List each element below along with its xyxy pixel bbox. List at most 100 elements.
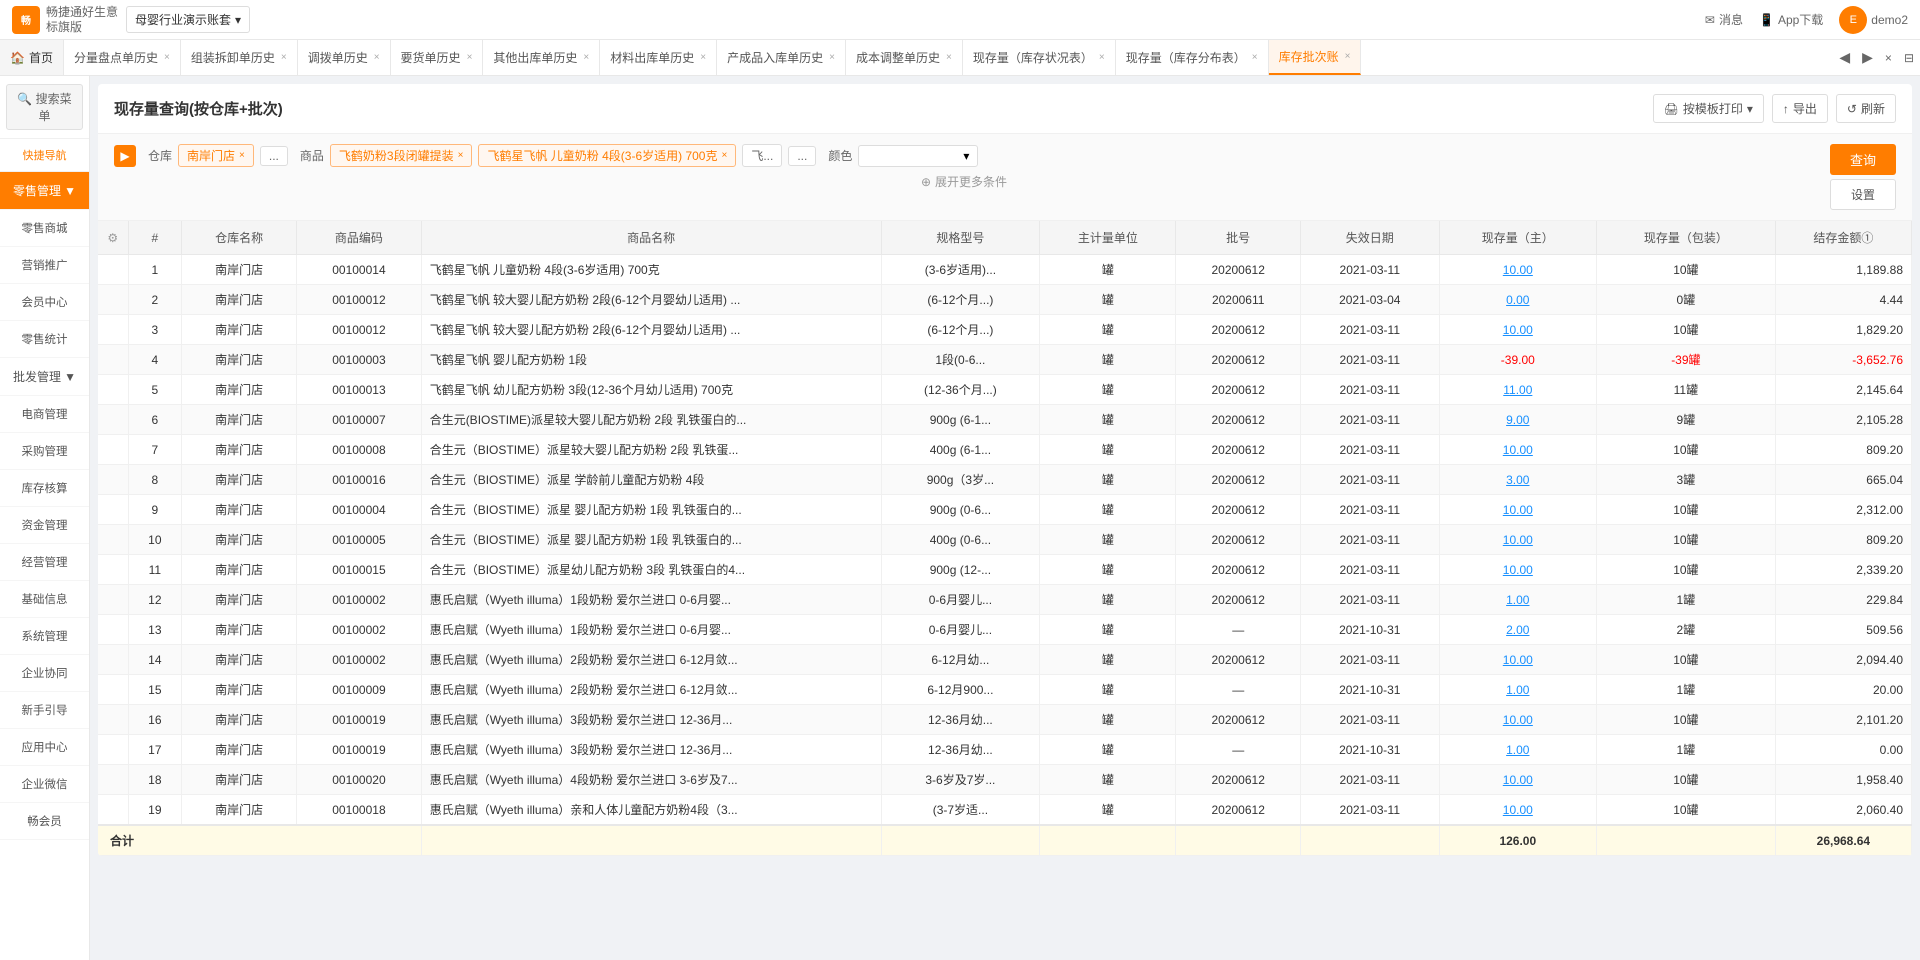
tab-4[interactable]: 要货单历史 × — [391, 40, 484, 75]
product-tag-2[interactable]: 飞鹤星飞帆 儿童奶粉 4段(3-6岁适用) 700克 × — [478, 144, 736, 167]
sidebar-item-retail-mgmt[interactable]: 零售管理 ▼ — [0, 172, 89, 210]
setting-button[interactable]: 设置 — [1830, 179, 1896, 210]
sidebar-item-operations[interactable]: 经营管理 — [0, 544, 89, 581]
print-button[interactable]: 🖨 按模板打印 ▾ — [1653, 94, 1764, 123]
close-icon[interactable]: × — [1252, 52, 1258, 63]
sidebar-item-finance[interactable]: 资金管理 — [0, 507, 89, 544]
summary-empty-2 — [881, 825, 1040, 856]
cell-name: 飞鹤星飞帆 较大婴儿配方奶粉 2段(6-12个月婴幼儿适用) ... — [421, 315, 881, 345]
product-more-button[interactable]: ... — [788, 146, 816, 166]
color-dropdown[interactable]: ▾ — [858, 145, 978, 167]
cell-qty-main[interactable]: 11.00 — [1439, 375, 1596, 405]
tab-9[interactable]: 现存量（库存状况表） × — [963, 40, 1116, 75]
cell-qty-main[interactable]: 10.00 — [1439, 765, 1596, 795]
warehouse-tag[interactable]: 南岸门店 × — [178, 144, 254, 167]
nav-close-button[interactable]: × — [1879, 51, 1898, 65]
cell-qty-main[interactable]: 10.00 — [1439, 435, 1596, 465]
cell-code: 00100004 — [297, 495, 422, 525]
sidebar-item-retail-stats[interactable]: 零售统计 — [0, 321, 89, 358]
cell-qty-main[interactable]: -39.00 — [1439, 345, 1596, 375]
nav-menu-button[interactable]: ⊟ — [1898, 51, 1920, 65]
search-button[interactable]: 查询 — [1830, 144, 1896, 175]
close-icon[interactable]: × — [467, 52, 473, 63]
nav-next-button[interactable]: ▶ — [1856, 49, 1879, 66]
tab-6[interactable]: 材料出库单历史 × — [600, 40, 717, 75]
tab-8[interactable]: 成本调整单历史 × — [846, 40, 963, 75]
expand-button[interactable]: ⊕ 展开更多条件 — [921, 173, 1007, 190]
cell-qty-main[interactable]: 10.00 — [1439, 705, 1596, 735]
cell-qty-main[interactable]: 10.00 — [1439, 645, 1596, 675]
cell-qty-main[interactable]: 10.00 — [1439, 255, 1596, 285]
cell-name: 合生元（BIOSTIME）派星 学龄前儿童配方奶粉 4段 — [421, 465, 881, 495]
app-download-button[interactable]: 📱 App下载 — [1759, 11, 1823, 28]
close-icon[interactable]: × — [1345, 51, 1351, 62]
sidebar-item-purchase[interactable]: 采购管理 — [0, 433, 89, 470]
cell-qty-main[interactable]: 0.00 — [1439, 285, 1596, 315]
cell-qty-main[interactable]: 2.00 — [1439, 615, 1596, 645]
filter-row-1: ▶ 仓库 南岸门店 × ... 商品 — [114, 144, 1814, 167]
sidebar-item-inventory[interactable]: 库存核算 — [0, 470, 89, 507]
remove-tag-icon[interactable]: × — [458, 150, 464, 161]
close-icon[interactable]: × — [583, 52, 589, 63]
sidebar-item-wholesale-mgmt[interactable]: 批发管理 ▼ — [0, 358, 89, 396]
remove-tag-icon[interactable]: × — [239, 150, 245, 161]
refresh-button[interactable]: ↺ 刷新 — [1836, 94, 1896, 123]
close-icon[interactable]: × — [1099, 52, 1105, 63]
cell-qty-main[interactable]: 10.00 — [1439, 555, 1596, 585]
cell-qty-main[interactable]: 10.00 — [1439, 525, 1596, 555]
sidebar-item-guide[interactable]: 新手引导 — [0, 692, 89, 729]
cell-qty-main[interactable]: 9.00 — [1439, 405, 1596, 435]
sidebar-item-basic-info[interactable]: 基础信息 — [0, 581, 89, 618]
nav-prev-button[interactable]: ◀ — [1833, 49, 1856, 66]
sidebar-item-apps[interactable]: 应用中心 — [0, 729, 89, 766]
cell-spec: 6-12月幼... — [881, 645, 1040, 675]
settings-icon[interactable]: ⚙ — [107, 231, 118, 245]
cell-balance: 2,060.40 — [1775, 795, 1911, 826]
sidebar-item-ecommerce[interactable]: 电商管理 — [0, 396, 89, 433]
cell-warehouse: 南岸门店 — [182, 285, 297, 315]
tab-home[interactable]: 🏠 首页 — [0, 40, 64, 75]
quick-nav-button[interactable]: 快捷导航 — [0, 139, 89, 172]
sidebar-item-retail-shop[interactable]: 零售商城 — [0, 210, 89, 247]
col-qty-pack: 现存量（包装） — [1597, 221, 1776, 255]
cell-batch: 20200612 — [1176, 525, 1301, 555]
remove-tag-icon[interactable]: × — [721, 150, 727, 161]
cell-qty-main[interactable]: 3.00 — [1439, 465, 1596, 495]
export-button[interactable]: ↑ 导出 — [1772, 94, 1828, 123]
tab-3[interactable]: 调拨单历史 × — [298, 40, 391, 75]
cell-setting — [98, 345, 128, 375]
tab-11-active[interactable]: 库存批次账 × — [1269, 40, 1362, 75]
close-icon[interactable]: × — [164, 52, 170, 63]
tab-1[interactable]: 分量盘点单历史 × — [64, 40, 181, 75]
search-menu-button[interactable]: 🔍 搜索菜单 — [6, 84, 83, 130]
tab-2[interactable]: 组装拆卸单历史 × — [181, 40, 298, 75]
account-selector[interactable]: 母婴行业演示账套 ▾ — [126, 6, 250, 33]
sidebar-item-wechat[interactable]: 企业微信 — [0, 766, 89, 803]
sidebar-item-system[interactable]: 系统管理 — [0, 618, 89, 655]
close-icon[interactable]: × — [700, 52, 706, 63]
close-icon[interactable]: × — [946, 52, 952, 63]
filter-expand-arrow[interactable]: ▶ — [114, 145, 136, 167]
user-avatar[interactable]: E demo2 — [1839, 6, 1908, 34]
summary-label: 合计 — [98, 825, 421, 856]
product-tag-1[interactable]: 飞鹤奶粉3段闭罐提装 × — [330, 144, 473, 167]
cell-qty-main[interactable]: 10.00 — [1439, 795, 1596, 826]
message-button[interactable]: ✉ 消息 — [1705, 11, 1743, 28]
warehouse-more-button[interactable]: ... — [260, 146, 288, 166]
cell-qty-main[interactable]: 1.00 — [1439, 735, 1596, 765]
sidebar-item-member[interactable]: 畅会员 — [0, 803, 89, 840]
sidebar-item-member-center[interactable]: 会员中心 — [0, 284, 89, 321]
cell-qty-main[interactable]: 10.00 — [1439, 495, 1596, 525]
close-icon[interactable]: × — [281, 52, 287, 63]
sidebar-item-collab[interactable]: 企业协同 — [0, 655, 89, 692]
close-icon[interactable]: × — [829, 52, 835, 63]
cell-qty-main[interactable]: 1.00 — [1439, 585, 1596, 615]
col-qty-main: 现存量（主） — [1439, 221, 1596, 255]
tab-10[interactable]: 现存量（库存分布表） × — [1116, 40, 1269, 75]
tab-5[interactable]: 其他出库单历史 × — [483, 40, 600, 75]
cell-qty-main[interactable]: 1.00 — [1439, 675, 1596, 705]
tab-7[interactable]: 产成品入库单历史 × — [717, 40, 846, 75]
close-icon[interactable]: × — [374, 52, 380, 63]
cell-qty-main[interactable]: 10.00 — [1439, 315, 1596, 345]
sidebar-item-marketing[interactable]: 营销推广 — [0, 247, 89, 284]
